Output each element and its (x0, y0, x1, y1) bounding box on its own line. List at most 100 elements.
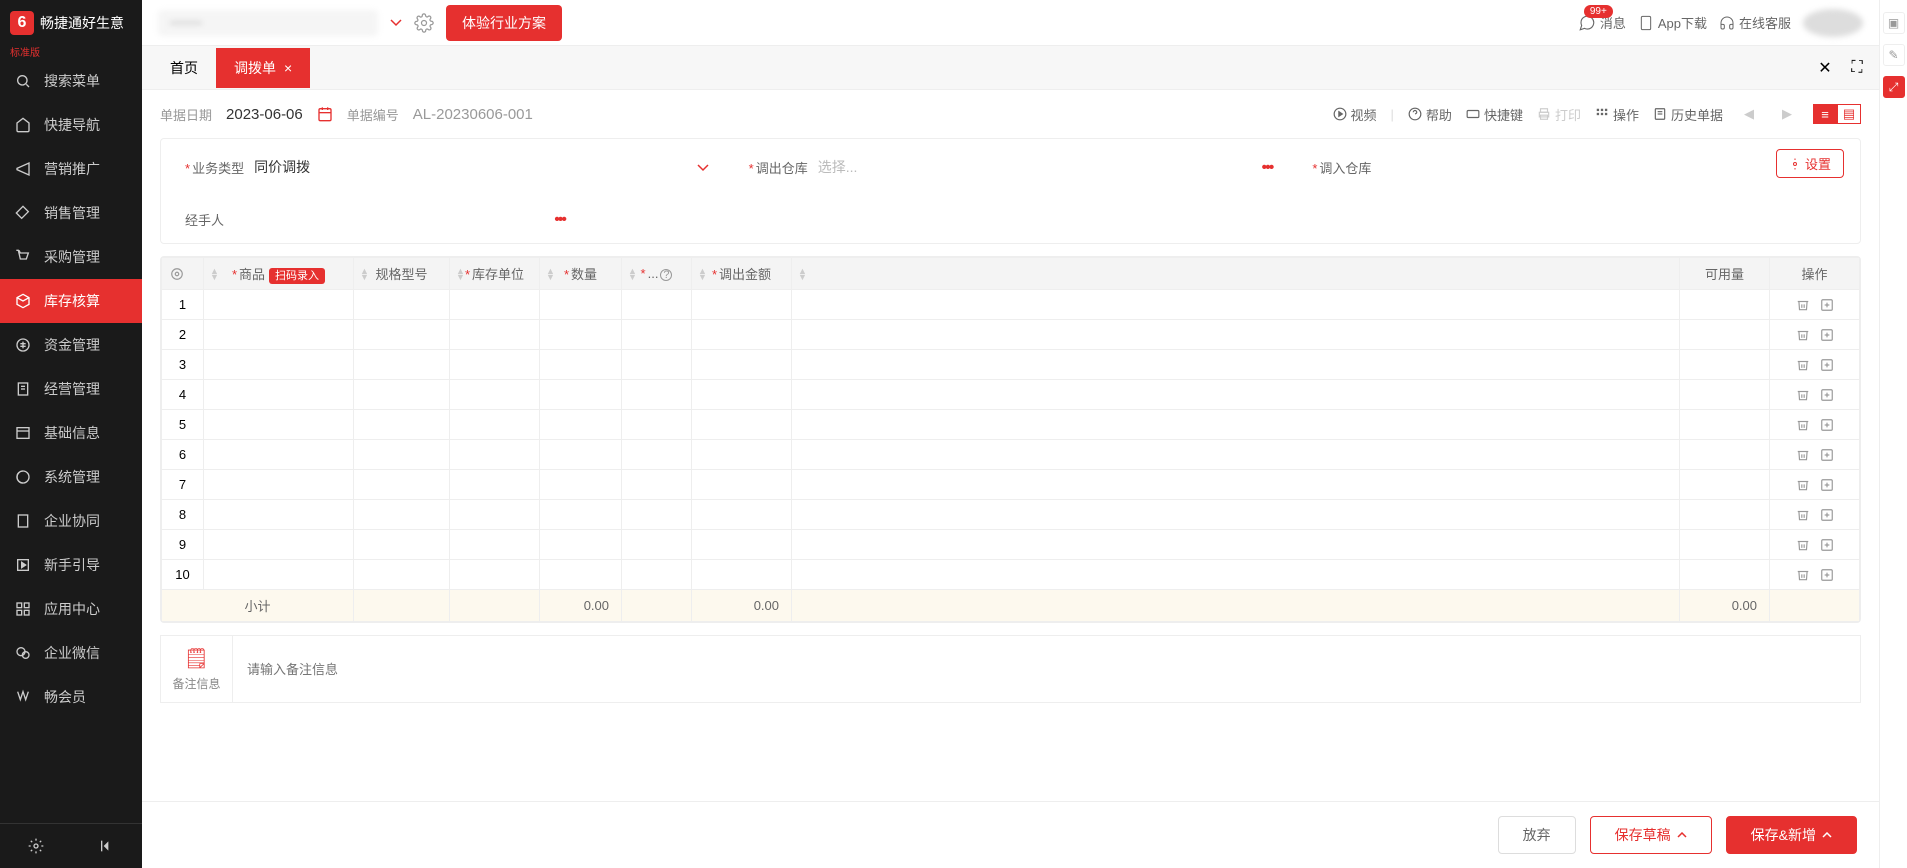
table-row[interactable]: 2 (162, 320, 1860, 350)
delete-icon[interactable] (1796, 448, 1810, 462)
table-row[interactable]: 10 (162, 560, 1860, 590)
sidebar-item-vip[interactable]: 畅会员 (0, 675, 142, 719)
col-unit[interactable]: ▲▼*库存单位 (450, 258, 540, 290)
delete-icon[interactable] (1796, 478, 1810, 492)
sidebar-item-guide[interactable]: 新手引导 (0, 543, 142, 587)
table-row[interactable]: 4 (162, 380, 1860, 410)
sidebar-item-wechat[interactable]: 企业微信 (0, 631, 142, 675)
table-row[interactable]: 3 (162, 350, 1860, 380)
tab[interactable]: 首页 (152, 48, 216, 88)
view-list-icon[interactable]: ≡ (1813, 104, 1837, 124)
download-link[interactable]: App下载 (1638, 13, 1707, 32)
delete-icon[interactable] (1796, 538, 1810, 552)
delete-icon[interactable] (1796, 508, 1810, 522)
tab-close-icon[interactable]: × (284, 60, 292, 76)
add-icon[interactable] (1820, 358, 1834, 372)
avatar[interactable] (1803, 9, 1863, 37)
delete-icon[interactable] (1796, 328, 1810, 342)
out-store-field[interactable]: *调出仓库 选择... ••• (749, 153, 1273, 182)
delete-icon[interactable] (1796, 298, 1810, 312)
sidebar-item-money[interactable]: 资金管理 (0, 323, 142, 367)
delete-icon[interactable] (1796, 388, 1810, 402)
sidebar-item-label: 基础信息 (44, 423, 100, 443)
table-row[interactable]: 7 (162, 470, 1860, 500)
biz-type-field[interactable]: *业务类型 同价调拨 (185, 153, 709, 182)
view-grid-icon[interactable]: ▤ (1837, 104, 1861, 124)
col-available[interactable]: 可用量 (1680, 258, 1770, 290)
table-row[interactable]: 6 (162, 440, 1860, 470)
col-dot[interactable]: ▲▼*...? (622, 258, 692, 290)
col-qty[interactable]: ▲▼*数量 (540, 258, 622, 290)
sidebar-item-doc[interactable]: 经营管理 (0, 367, 142, 411)
fullscreen-icon[interactable]: ⛶ (1845, 56, 1869, 80)
add-icon[interactable] (1820, 448, 1834, 462)
messages-link[interactable]: 99+ 消息 (1578, 13, 1626, 32)
operate-link[interactable]: 操作 (1595, 105, 1639, 124)
add-icon[interactable] (1820, 418, 1834, 432)
video-link[interactable]: 视频 (1333, 105, 1377, 124)
sidebar-item-team[interactable]: 企业协同 (0, 499, 142, 543)
date-value[interactable]: 2023-06-06 (226, 106, 303, 123)
sidebar-item-info[interactable]: 基础信息 (0, 411, 142, 455)
sidebar-item-megaphone[interactable]: 营销推广 (0, 147, 142, 191)
rail-icon-2[interactable]: ✎ (1883, 44, 1905, 66)
sidebar-item-label: 库存核算 (44, 291, 100, 311)
right-rail: ▣ ✎ ⤢ (1879, 0, 1907, 868)
more-icon[interactable]: ••• (554, 211, 565, 229)
chevron-down-icon[interactable] (697, 164, 709, 172)
table-row[interactable]: 1 (162, 290, 1860, 320)
sidebar-item-sys[interactable]: 系统管理 (0, 455, 142, 499)
help-link[interactable]: 帮助 (1408, 105, 1452, 124)
chevron-down-icon[interactable] (390, 19, 402, 27)
collapse-icon[interactable] (95, 834, 119, 858)
table-row[interactable]: 9 (162, 530, 1860, 560)
add-icon[interactable] (1820, 478, 1834, 492)
save-draft-button[interactable]: 保存草稿 (1590, 816, 1712, 854)
sidebar-item-box[interactable]: 库存核算 (0, 279, 142, 323)
add-icon[interactable] (1820, 568, 1834, 582)
sidebar-item-home[interactable]: 快捷导航 (0, 103, 142, 147)
calendar-icon[interactable] (317, 106, 333, 122)
next-icon[interactable]: ▶ (1775, 102, 1799, 126)
add-icon[interactable] (1820, 388, 1834, 402)
company-selector[interactable]: —— (158, 10, 378, 36)
handler-field[interactable]: 经手人 ••• (185, 210, 565, 229)
settings-button[interactable]: 设置 (1776, 149, 1844, 178)
gear-header[interactable] (162, 258, 204, 290)
col-spec[interactable]: ▲▼规格型号 (354, 258, 450, 290)
delete-icon[interactable] (1796, 358, 1810, 372)
add-icon[interactable] (1820, 298, 1834, 312)
col-out-amount[interactable]: ▲▼*调出金额 (692, 258, 792, 290)
discard-button[interactable]: 放弃 (1498, 816, 1576, 854)
table-row[interactable]: 5 (162, 410, 1860, 440)
rail-icon-3[interactable]: ⤢ (1883, 76, 1905, 98)
sidebar-item-tag[interactable]: 销售管理 (0, 191, 142, 235)
delete-icon[interactable] (1796, 568, 1810, 582)
history-link[interactable]: 历史单据 (1653, 105, 1723, 124)
info-icon[interactable]: ? (660, 269, 672, 281)
rail-icon-1[interactable]: ▣ (1883, 12, 1905, 34)
cta-button[interactable]: 体验行业方案 (446, 5, 562, 41)
close-icon[interactable]: ✕ (1813, 56, 1837, 80)
add-icon[interactable] (1820, 328, 1834, 342)
add-icon[interactable] (1820, 538, 1834, 552)
tab[interactable]: 调拨单× (216, 48, 310, 88)
code-value: AL-20230606-001 (413, 106, 533, 123)
sidebar-item-search[interactable]: 搜索菜单 (0, 59, 142, 103)
support-link[interactable]: 在线客服 (1719, 13, 1791, 32)
add-icon[interactable] (1820, 508, 1834, 522)
save-new-button[interactable]: 保存&新增 (1726, 816, 1857, 854)
note-input[interactable] (233, 636, 1860, 702)
settings-icon[interactable] (24, 834, 48, 858)
more-icon[interactable]: ••• (1262, 159, 1273, 177)
gear-icon[interactable] (414, 13, 434, 33)
table-row[interactable]: 8 (162, 500, 1860, 530)
prev-icon[interactable]: ◀ (1737, 102, 1761, 126)
col-product[interactable]: ▲▼*商品扫码录入 (204, 258, 354, 290)
sidebar-item-app[interactable]: 应用中心 (0, 587, 142, 631)
sidebar-item-cart[interactable]: 采购管理 (0, 235, 142, 279)
print-link[interactable]: 打印 (1537, 105, 1581, 124)
in-store-field[interactable]: *调入仓库 ••• (1312, 153, 1836, 182)
shortcut-link[interactable]: 快捷键 (1466, 105, 1523, 124)
delete-icon[interactable] (1796, 418, 1810, 432)
